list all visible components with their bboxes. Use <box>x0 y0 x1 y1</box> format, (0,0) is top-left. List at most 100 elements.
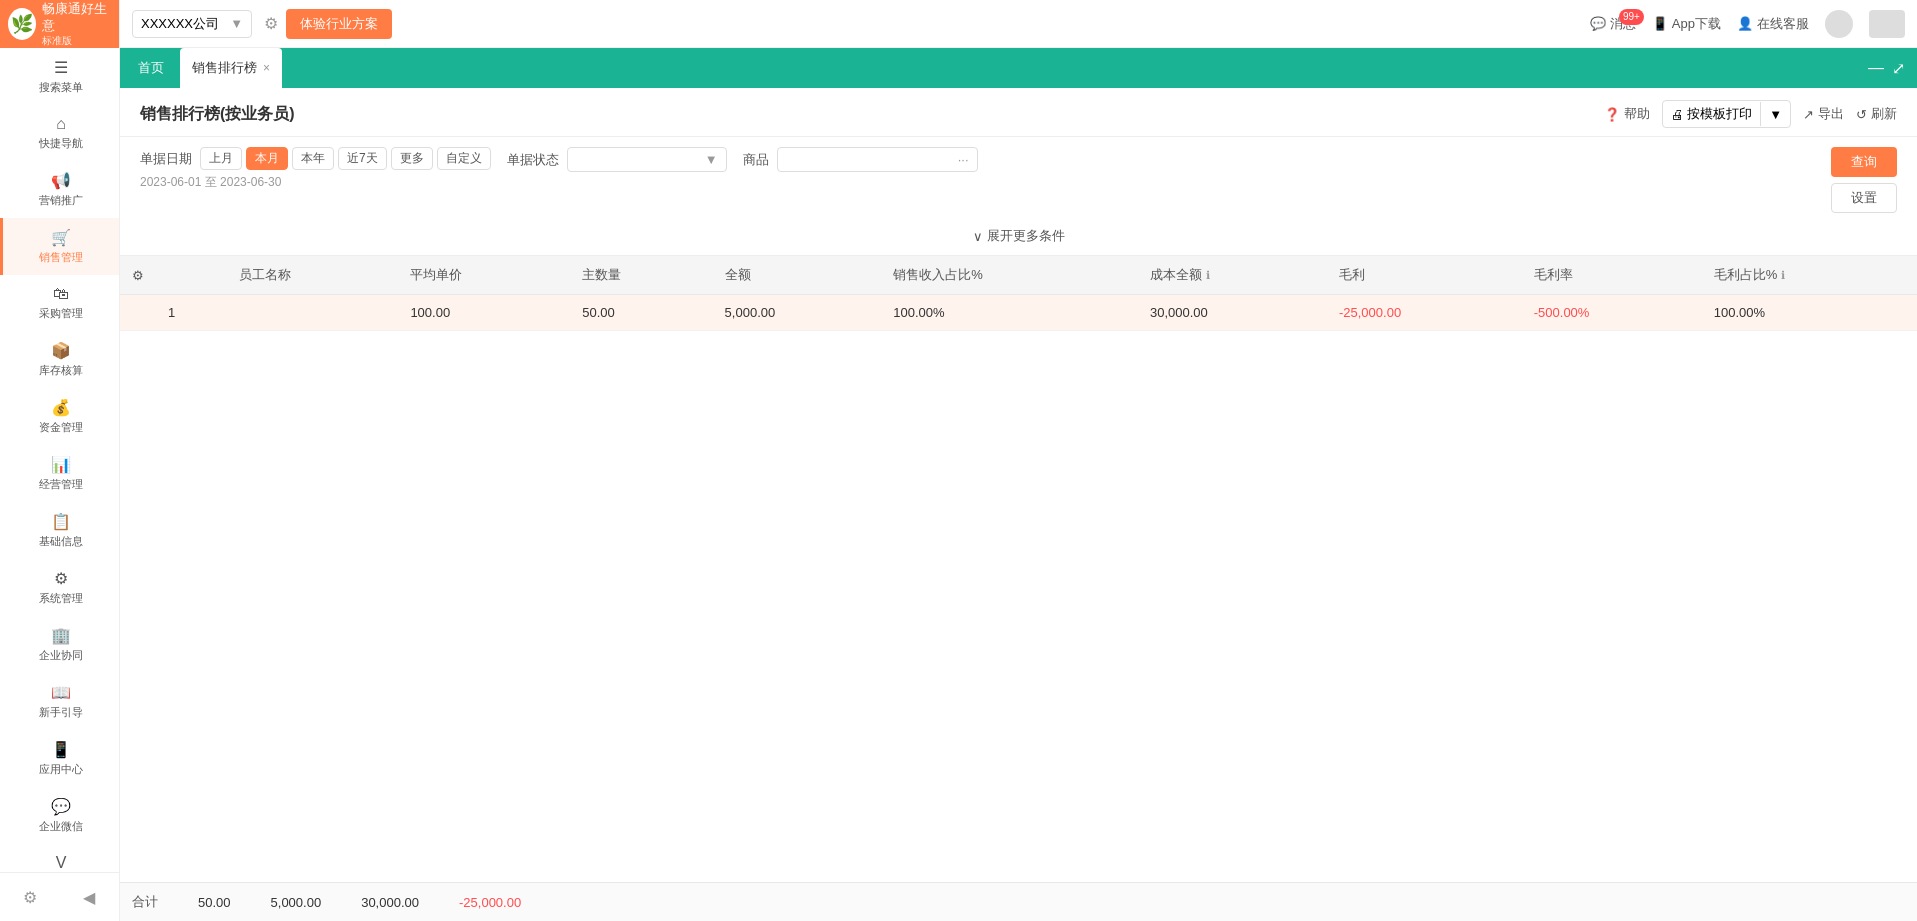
window-minimize-icon[interactable]: — <box>1868 59 1884 78</box>
wechat-label: 企业微信 <box>39 819 83 834</box>
date-btn-this-year[interactable]: 本年 <box>292 147 334 170</box>
tab-sales-ranking[interactable]: 销售排行榜 × <box>180 48 282 88</box>
th-rank <box>156 256 227 295</box>
sidebar-item-wechat[interactable]: 💬 企业微信 <box>0 787 119 844</box>
sidebar-item-finance[interactable]: 💰 资金管理 <box>0 388 119 445</box>
sidebar-item-inventory[interactable]: 📦 库存核算 <box>0 331 119 388</box>
help-icon: ❓ <box>1604 107 1620 122</box>
refresh-btn[interactable]: ↺ 刷新 <box>1856 105 1897 123</box>
cell-avg-price: 100.00 <box>398 295 570 331</box>
table-container: ⚙ 员工名称 平均单价 主数量 全额 销售收入占比% 成本全额 ℹ 毛利 毛利率… <box>120 256 1917 882</box>
user-avatar[interactable] <box>1825 10 1853 38</box>
operation-icon: 📊 <box>51 455 71 474</box>
member-icon: V <box>56 854 67 872</box>
sidebar-item-system[interactable]: ⚙ 系统管理 <box>0 559 119 616</box>
cell-rank: 1 <box>156 295 227 331</box>
date-btn-this-month[interactable]: 本月 <box>246 147 288 170</box>
filter-actions: 查询 设置 <box>1831 147 1897 213</box>
sales-label: 销售管理 <box>39 250 83 265</box>
print-dropdown-btn[interactable]: ▼ <box>1761 103 1790 126</box>
sidebar-collapse-btn[interactable]: ◀ <box>69 881 109 913</box>
status-chevron-icon: ▼ <box>705 152 718 167</box>
purchase-icon: 🛍 <box>53 285 69 303</box>
sidebar-item-search[interactable]: ☰ 搜索菜单 <box>0 48 119 105</box>
trial-button[interactable]: 体验行业方案 <box>286 9 392 39</box>
export-btn[interactable]: ↗ 导出 <box>1803 105 1844 123</box>
page-title: 销售排行榜(按业务员) <box>140 104 295 125</box>
print-icon: 🖨 <box>1671 107 1684 122</box>
company-selector[interactable]: XXXXXX公司 ▼ <box>132 10 252 38</box>
page-actions: ❓ 帮助 🖨 按模板打印 ▼ ↗ 导出 <box>1604 100 1897 128</box>
cell-settings[interactable] <box>120 295 156 331</box>
sidebar: 🌿 畅康通好生意 标准版 ☰ 搜索菜单 ⌂ 快捷导航 📢 营销推广 🛒 销售管理… <box>0 0 120 921</box>
date-btn-7days[interactable]: 近7天 <box>338 147 387 170</box>
sidebar-item-marketing[interactable]: 📢 营销推广 <box>0 161 119 218</box>
cell-cost: 30,000.00 <box>1138 295 1327 331</box>
sidebar-settings-btn[interactable]: ⚙ <box>10 881 50 913</box>
service-icon: 👤 <box>1737 16 1753 31</box>
sidebar-item-member[interactable]: V 畅会员 <box>0 844 119 872</box>
cell-amount: 5,000.00 <box>713 295 882 331</box>
date-filter-col: 单据日期 上月 本月 本年 近7天 更多 自定义 2023-06-01 至 20… <box>140 147 491 191</box>
service-btn[interactable]: 👤 在线客服 <box>1737 15 1809 33</box>
date-btn-last-month[interactable]: 上月 <box>200 147 242 170</box>
quick-nav-label: 快捷导航 <box>39 136 83 151</box>
sidebar-item-quick-nav[interactable]: ⌂ 快捷导航 <box>0 105 119 161</box>
sidebar-item-operation[interactable]: 📊 经营管理 <box>0 445 119 502</box>
status-label: 单据状态 <box>507 151 559 169</box>
sidebar-item-basic[interactable]: 📋 基础信息 <box>0 502 119 559</box>
query-button[interactable]: 查询 <box>1831 147 1897 177</box>
th-avg-price: 平均单价 <box>398 256 570 295</box>
filter-settings-button[interactable]: 设置 <box>1831 183 1897 213</box>
date-btn-more[interactable]: 更多 <box>391 147 433 170</box>
header-right: 💬 消息 99+ 📱 App下载 👤 在线客服 <box>1590 10 1905 38</box>
marketing-label: 营销推广 <box>39 193 83 208</box>
logo-icon: 🌿 <box>8 8 36 40</box>
print-chevron-icon: ▼ <box>1769 107 1782 122</box>
inventory-label: 库存核算 <box>39 363 83 378</box>
system-icon: ⚙ <box>54 569 68 588</box>
th-gross-pct: 毛利占比% ℹ <box>1702 256 1917 295</box>
company-chevron-icon: ▼ <box>230 16 243 31</box>
tab-home[interactable]: 首页 <box>124 48 178 88</box>
basic-label: 基础信息 <box>39 534 83 549</box>
company-settings-icon[interactable]: ⚙ <box>264 14 278 33</box>
print-btn-group: 🖨 按模板打印 ▼ <box>1662 100 1791 128</box>
help-btn[interactable]: ❓ 帮助 <box>1604 105 1650 123</box>
sidebar-item-app-center[interactable]: 📱 应用中心 <box>0 730 119 787</box>
top-header: XXXXXX公司 ▼ ⚙ 体验行业方案 💬 消息 99+ 📱 App下载 👤 在… <box>120 0 1917 48</box>
sidebar-item-purchase[interactable]: 🛍 采购管理 <box>0 275 119 331</box>
goods-input[interactable] <box>786 152 954 167</box>
page-header: 销售排行榜(按业务员) ❓ 帮助 🖨 按模板打印 ▼ <box>120 88 1917 137</box>
status-select[interactable]: ▼ <box>567 147 727 172</box>
cell-gross-pct: 100.00% <box>1702 295 1917 331</box>
date-label: 单据日期 <box>140 150 192 168</box>
goods-more-icon[interactable]: ··· <box>958 152 969 167</box>
th-settings[interactable]: ⚙ <box>120 256 156 295</box>
tab-close-icon[interactable]: × <box>263 61 270 75</box>
print-btn[interactable]: 🖨 按模板打印 <box>1663 101 1760 127</box>
expand-more-btn[interactable]: ∨ 展开更多条件 <box>973 227 1065 245</box>
filter-main-row: 单据日期 上月 本月 本年 近7天 更多 自定义 2023-06-01 至 20… <box>140 147 1897 213</box>
footer-cost: 30,000.00 <box>361 895 419 910</box>
window-maximize-icon[interactable]: ⤢ <box>1892 59 1905 78</box>
message-icon: 💬 <box>1590 16 1606 31</box>
basic-icon: 📋 <box>51 512 71 531</box>
cell-gross-rate: -500.00% <box>1522 295 1702 331</box>
sidebar-item-sales[interactable]: 🛒 销售管理 <box>0 218 119 275</box>
main-area: XXXXXX公司 ▼ ⚙ 体验行业方案 💬 消息 99+ 📱 App下载 👤 在… <box>120 0 1917 921</box>
message-btn[interactable]: 💬 消息 99+ <box>1590 15 1636 33</box>
tab-actions: — ⤢ <box>1860 59 1913 78</box>
sidebar-item-enterprise[interactable]: 🏢 企业协同 <box>0 616 119 673</box>
search-icon: ☰ <box>54 58 68 77</box>
user-name[interactable] <box>1869 10 1905 38</box>
guide-label: 新手引导 <box>39 705 83 720</box>
date-btn-custom[interactable]: 自定义 <box>437 147 491 170</box>
guide-icon: 📖 <box>51 683 71 702</box>
sales-icon: 🛒 <box>51 228 71 247</box>
marketing-icon: 📢 <box>51 171 71 190</box>
finance-label: 资金管理 <box>39 420 83 435</box>
app-download-btn[interactable]: 📱 App下载 <box>1652 15 1721 33</box>
sidebar-bottom: ⚙ ◀ <box>0 872 119 921</box>
sidebar-item-guide[interactable]: 📖 新手引导 <box>0 673 119 730</box>
